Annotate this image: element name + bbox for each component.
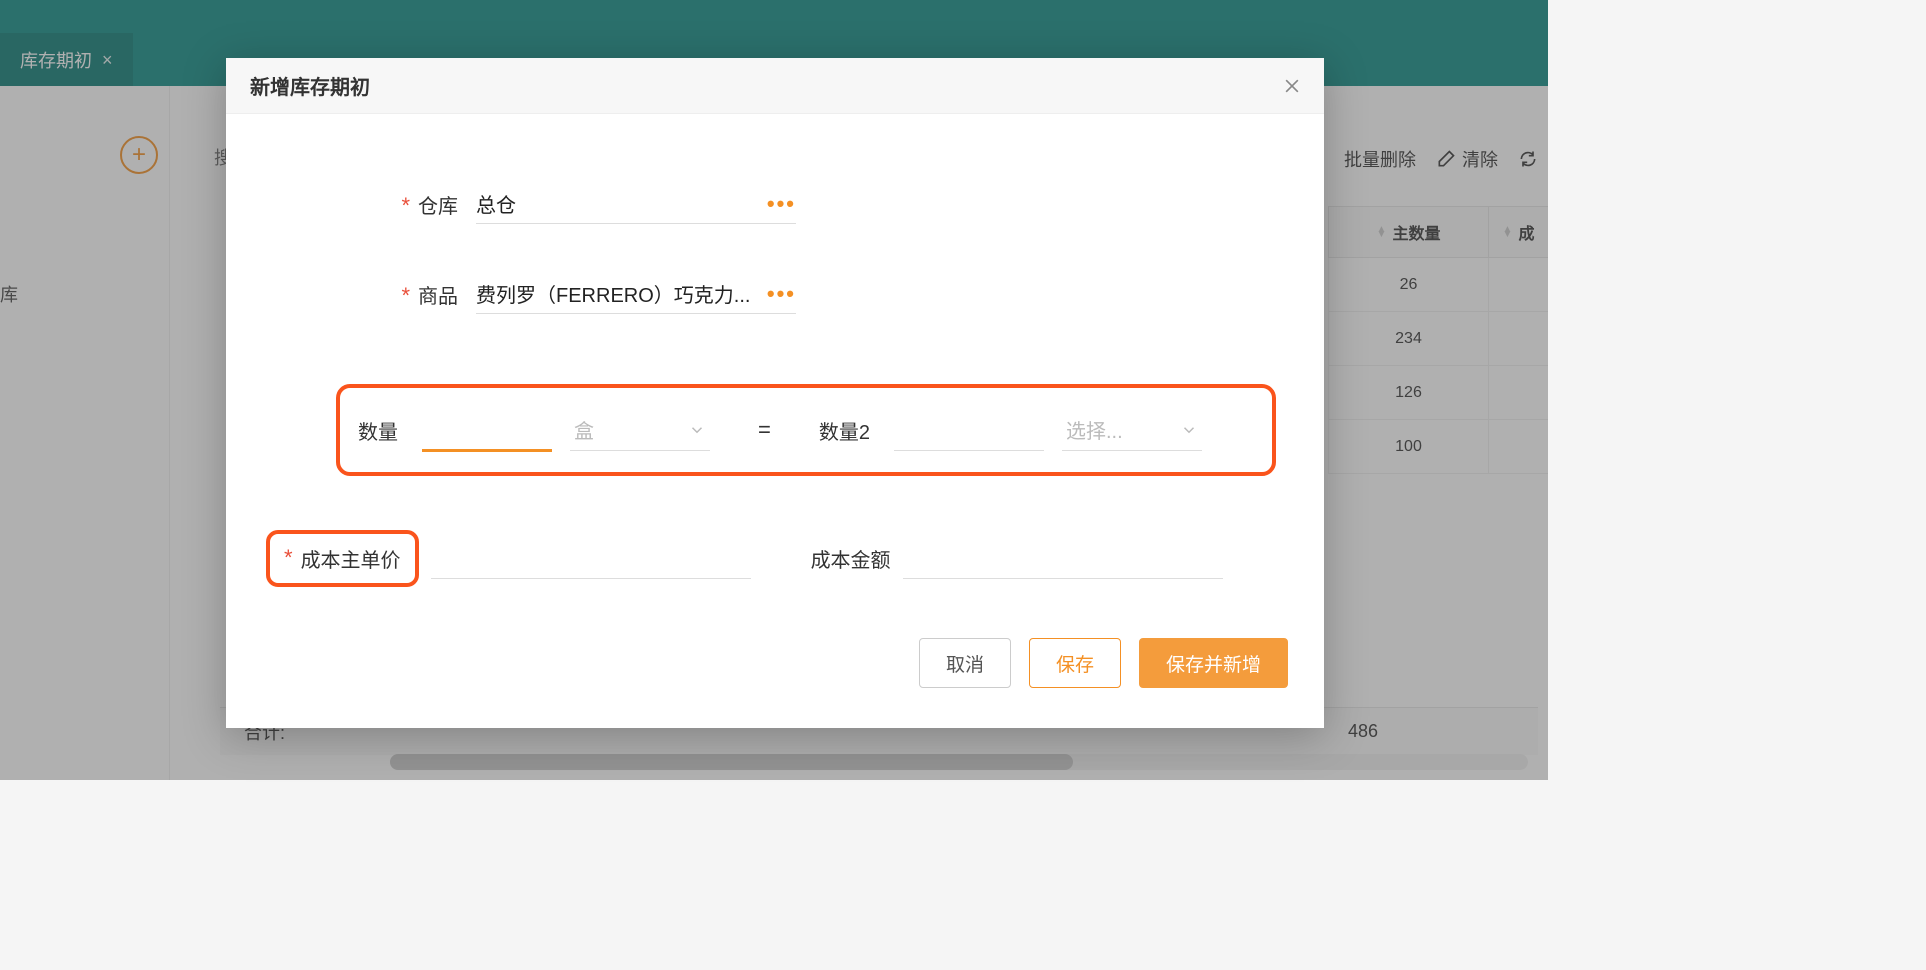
chevron-down-icon (1180, 421, 1198, 439)
save-and-add-button[interactable]: 保存并新增 (1139, 638, 1288, 688)
qty2-input[interactable] (894, 409, 1044, 451)
qty-input[interactable] (422, 408, 552, 452)
product-value: 费列罗（FERRERO）巧克力... (476, 279, 767, 308)
required-star: * (284, 545, 293, 571)
cost-amount-label: 成本金额 (811, 544, 891, 573)
cost-unit-price-label: 成本主单价 (301, 544, 401, 573)
cost-unit-price-highlight: * 成本主单价 (266, 530, 419, 587)
product-label: *商品 (266, 280, 476, 309)
ellipsis-icon[interactable]: ••• (767, 191, 796, 217)
modal-footer: 取消 保存 保存并新增 (919, 638, 1288, 688)
equals-sign: = (758, 417, 771, 443)
form-row-product: *商品 费列罗（FERRERO）巧克力... ••• (266, 274, 1284, 314)
form-row-warehouse: *仓库 总仓 ••• (266, 184, 1284, 224)
unit-select[interactable]: 盒 (570, 409, 710, 451)
save-button[interactable]: 保存 (1029, 638, 1121, 688)
warehouse-value: 总仓 (476, 189, 767, 218)
product-field[interactable]: 费列罗（FERRERO）巧克力... ••• (476, 274, 796, 314)
unit-placeholder: 盒 (574, 415, 594, 444)
warehouse-label: *仓库 (266, 190, 476, 219)
warehouse-field[interactable]: 总仓 ••• (476, 184, 796, 224)
cost-amount-input[interactable] (903, 537, 1223, 579)
qty-label: 数量 (358, 416, 398, 445)
cost-row: * 成本主单价 成本金额 (266, 528, 1276, 588)
quantity-highlight-box: 数量 盒 = 数量2 选择... (336, 384, 1276, 476)
chevron-down-icon (688, 421, 706, 439)
modal-body: *仓库 总仓 ••• *商品 费列罗（FERRERO）巧克力... ••• 数量… (226, 114, 1324, 728)
modal-title: 新增库存期初 (250, 71, 370, 100)
modal-close-button[interactable] (1278, 72, 1306, 100)
modal-header: 新增库存期初 (226, 58, 1324, 114)
required-star: * (401, 283, 410, 308)
cost-unit-price-input[interactable] (431, 537, 751, 579)
add-inventory-modal: 新增库存期初 *仓库 总仓 ••• *商品 费列罗（FERRERO）巧克力...… (226, 58, 1324, 728)
cancel-button[interactable]: 取消 (919, 638, 1011, 688)
unit2-placeholder: 选择... (1066, 415, 1123, 444)
ellipsis-icon[interactable]: ••• (767, 281, 796, 307)
qty2-label: 数量2 (819, 416, 870, 445)
required-star: * (401, 193, 410, 218)
unit2-select[interactable]: 选择... (1062, 409, 1202, 451)
close-icon (1282, 76, 1302, 96)
